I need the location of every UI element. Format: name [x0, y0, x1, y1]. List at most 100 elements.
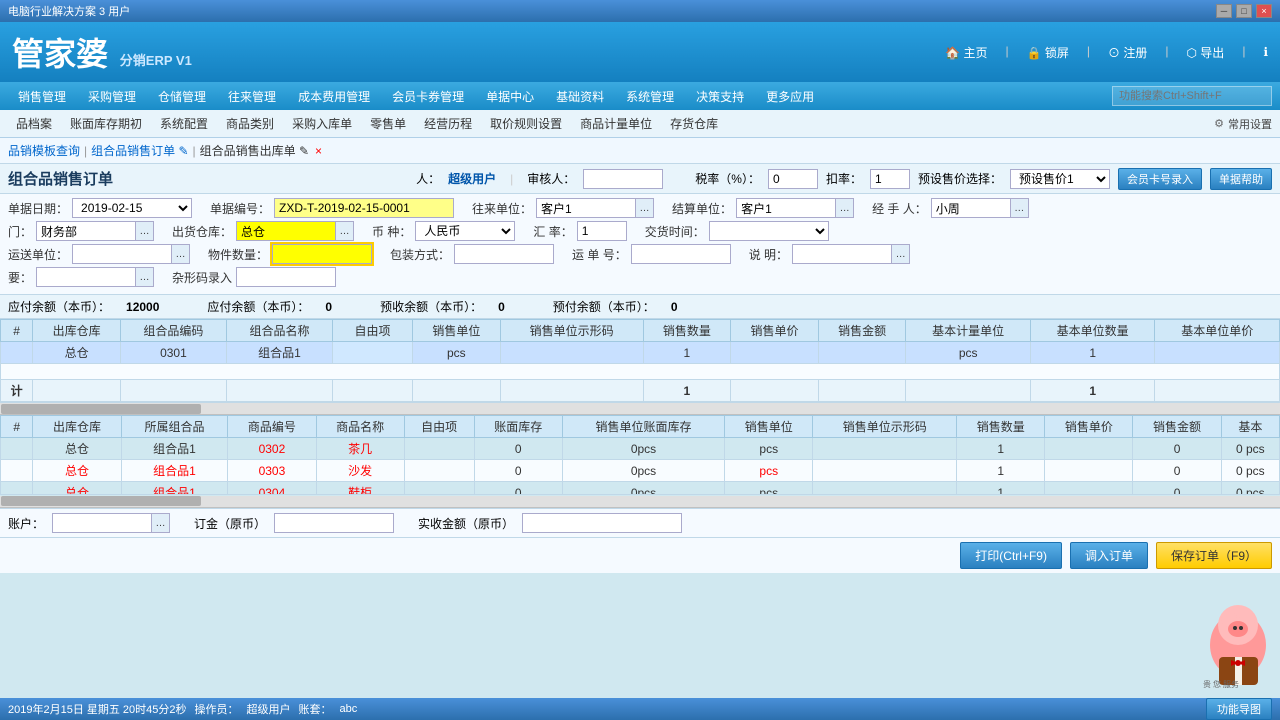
settle-input[interactable]: [736, 198, 836, 218]
trade-time-select[interactable]: [709, 221, 829, 241]
tool-account-init[interactable]: 账面库存期初: [62, 113, 150, 134]
doc-no-input[interactable]: [274, 198, 454, 218]
close-button[interactable]: ×: [1256, 4, 1272, 18]
status-bar: 2019年2月15日 星期五 20时45分2秒 操作员： 超级用户 账套： ab…: [0, 698, 1280, 720]
function-map-button[interactable]: 功能导图: [1206, 698, 1272, 720]
pack-input[interactable]: [454, 244, 554, 264]
bottom-table: # 出库仓库 所属组合品 商品编号 商品名称 自由项 账面库存 销售单位账面库存…: [0, 415, 1280, 495]
qty-input[interactable]: [272, 244, 372, 264]
tool-sys-config[interactable]: 系统配置: [152, 113, 216, 134]
nav-system[interactable]: 系统管理: [616, 85, 684, 108]
col-sale-unit: 销售单位: [413, 320, 501, 342]
warehouse-input[interactable]: [236, 221, 336, 241]
table-row[interactable]: 总仓 0301 组合品1 pcs 1 pcs 1: [1, 342, 1280, 364]
save-button[interactable]: 保存订单（F9）: [1156, 542, 1272, 569]
settle-btn[interactable]: …: [836, 198, 854, 218]
payee-input[interactable]: [52, 513, 152, 533]
nav-sales[interactable]: 销售管理: [8, 85, 76, 108]
nav-warehouse[interactable]: 仓储管理: [148, 85, 216, 108]
handler-input[interactable]: [931, 198, 1011, 218]
export-link[interactable]: ⬡ 导出: [1187, 44, 1225, 61]
nav-cost[interactable]: 成本费用管理: [288, 85, 380, 108]
tool-purchase-receipt[interactable]: 采购入库单: [284, 113, 360, 134]
nav-more[interactable]: 更多应用: [756, 85, 824, 108]
payee-label: 账户：: [8, 515, 44, 532]
must-input[interactable]: [36, 267, 136, 287]
table-row[interactable]: 总仓 组合品1 0304 鞋柜 0 0pcs pcs 1 0 0 pcs: [1, 482, 1280, 496]
order-input[interactable]: [274, 513, 394, 533]
discount-input[interactable]: [870, 169, 910, 189]
handler-combo: …: [931, 198, 1029, 218]
price-select[interactable]: 预设售价1: [1010, 169, 1110, 189]
payee-btn[interactable]: …: [152, 513, 170, 533]
person-value: 超级用户: [448, 170, 496, 187]
table-row[interactable]: 总仓 组合品1 0302 茶几 0 0pcs pcs 1 0 0 pcs: [1, 438, 1280, 460]
shipping-label: 运送单位：: [8, 246, 68, 263]
main-nav: 销售管理 采购管理 仓储管理 往来管理 成本费用管理 会员卡券管理 单据中心 基…: [0, 82, 1280, 110]
shipping-btn[interactable]: …: [172, 244, 190, 264]
currency-select[interactable]: 人民币: [415, 221, 515, 241]
nav-purchase[interactable]: 采购管理: [78, 85, 146, 108]
tool-product-file[interactable]: 品档案: [8, 113, 60, 134]
nav-voucher[interactable]: 单据中心: [476, 85, 544, 108]
bc-template-query[interactable]: 品销模板查询: [8, 142, 80, 159]
bottom-form: 账户： … 订金（原币） 实收金额（原币）: [0, 508, 1280, 537]
function-search-input[interactable]: [1112, 86, 1272, 106]
app-subtitle: 分销ERP V1: [120, 53, 192, 68]
maximize-button[interactable]: □: [1236, 4, 1252, 18]
breadcrumb: 品销模板查询 | 组合品销售订单 ✎ | 组合品销售出库单 ✎ ×: [0, 138, 1280, 164]
tax-rate-input[interactable]: [768, 169, 818, 189]
must-btn[interactable]: …: [136, 267, 154, 287]
dept-input[interactable]: [36, 221, 136, 241]
form-row-1: 单据日期： 2019-02-15 单据编号： 往来单位： … 结算单位： … 经…: [8, 198, 1272, 218]
tool-product-category[interactable]: 商品类别: [218, 113, 282, 134]
tool-price-rules[interactable]: 取价规则设置: [482, 113, 570, 134]
status-operator: 超级用户: [247, 701, 291, 717]
bottom-scrollbar[interactable]: [0, 496, 1280, 508]
barcode-input[interactable]: [236, 267, 336, 287]
tool-retail[interactable]: 零售单: [362, 113, 414, 134]
note-input[interactable]: [792, 244, 892, 264]
home-link[interactable]: 🏠 主页: [945, 44, 987, 61]
nav-basics[interactable]: 基础资料: [546, 85, 614, 108]
received-input[interactable]: [522, 513, 682, 533]
nav-decision[interactable]: 决策支持: [686, 85, 754, 108]
note-btn[interactable]: …: [892, 244, 910, 264]
tool-stock-warehouse[interactable]: 存货仓库: [662, 113, 726, 134]
bc-close-icon[interactable]: ×: [315, 144, 322, 158]
warehouse-btn[interactable]: …: [336, 221, 354, 241]
tool-operation-history[interactable]: 经营历程: [416, 113, 480, 134]
top-form-fields: 人： 超级用户 | 审核人： 税率（%）： 扣率： 预设售价选择： 预设售价1 …: [416, 168, 1272, 190]
to-unit-input[interactable]: [536, 198, 636, 218]
handler-btn[interactable]: …: [1011, 198, 1029, 218]
to-unit-btn[interactable]: …: [636, 198, 654, 218]
shipping-combo: …: [72, 244, 190, 264]
minimize-button[interactable]: ─: [1216, 4, 1232, 18]
exchange-input[interactable]: [577, 221, 627, 241]
member-card-btn[interactable]: 会员卡号录入: [1118, 168, 1202, 190]
lock-link[interactable]: 🔒 锁屏: [1027, 44, 1069, 61]
date-input[interactable]: 2019-02-15: [72, 198, 192, 218]
form-row-2: 门： … 出货仓库： … 币 种： 人民币 汇 率： 交货时间：: [8, 221, 1272, 241]
bc-combo-sale-order[interactable]: 组合品销售订单 ✎: [91, 142, 188, 159]
nav-membership[interactable]: 会员卡券管理: [382, 85, 474, 108]
col-free: 自由项: [333, 320, 413, 342]
dept-btn[interactable]: …: [136, 221, 154, 241]
info-link[interactable]: ℹ: [1263, 44, 1268, 61]
settings-label[interactable]: 常用设置: [1228, 116, 1272, 132]
window-controls[interactable]: ─ □ ×: [1216, 4, 1272, 18]
table-row[interactable]: 总仓 组合品1 0303 沙发 0 0pcs pcs 1 0 0 pcs: [1, 460, 1280, 482]
svg-text:您: 您: [1213, 679, 1221, 689]
tool-unit[interactable]: 商品计量单位: [572, 113, 660, 134]
print-button[interactable]: 打印(Ctrl+F9): [960, 542, 1062, 569]
shipping-input[interactable]: [72, 244, 172, 264]
nav-transactions[interactable]: 往来管理: [218, 85, 286, 108]
help-btn[interactable]: 单据帮助: [1210, 168, 1272, 190]
shipping-no-input[interactable]: [631, 244, 731, 264]
payee-combo: …: [52, 513, 170, 533]
auditor-input[interactable]: [583, 169, 663, 189]
register-link[interactable]: ⊙ 注册: [1108, 44, 1147, 61]
status-date: 2019年2月15日 星期五 20时45分2秒: [8, 701, 187, 717]
top-scrollbar[interactable]: [0, 403, 1280, 415]
import-button[interactable]: 调入订单: [1070, 542, 1148, 569]
